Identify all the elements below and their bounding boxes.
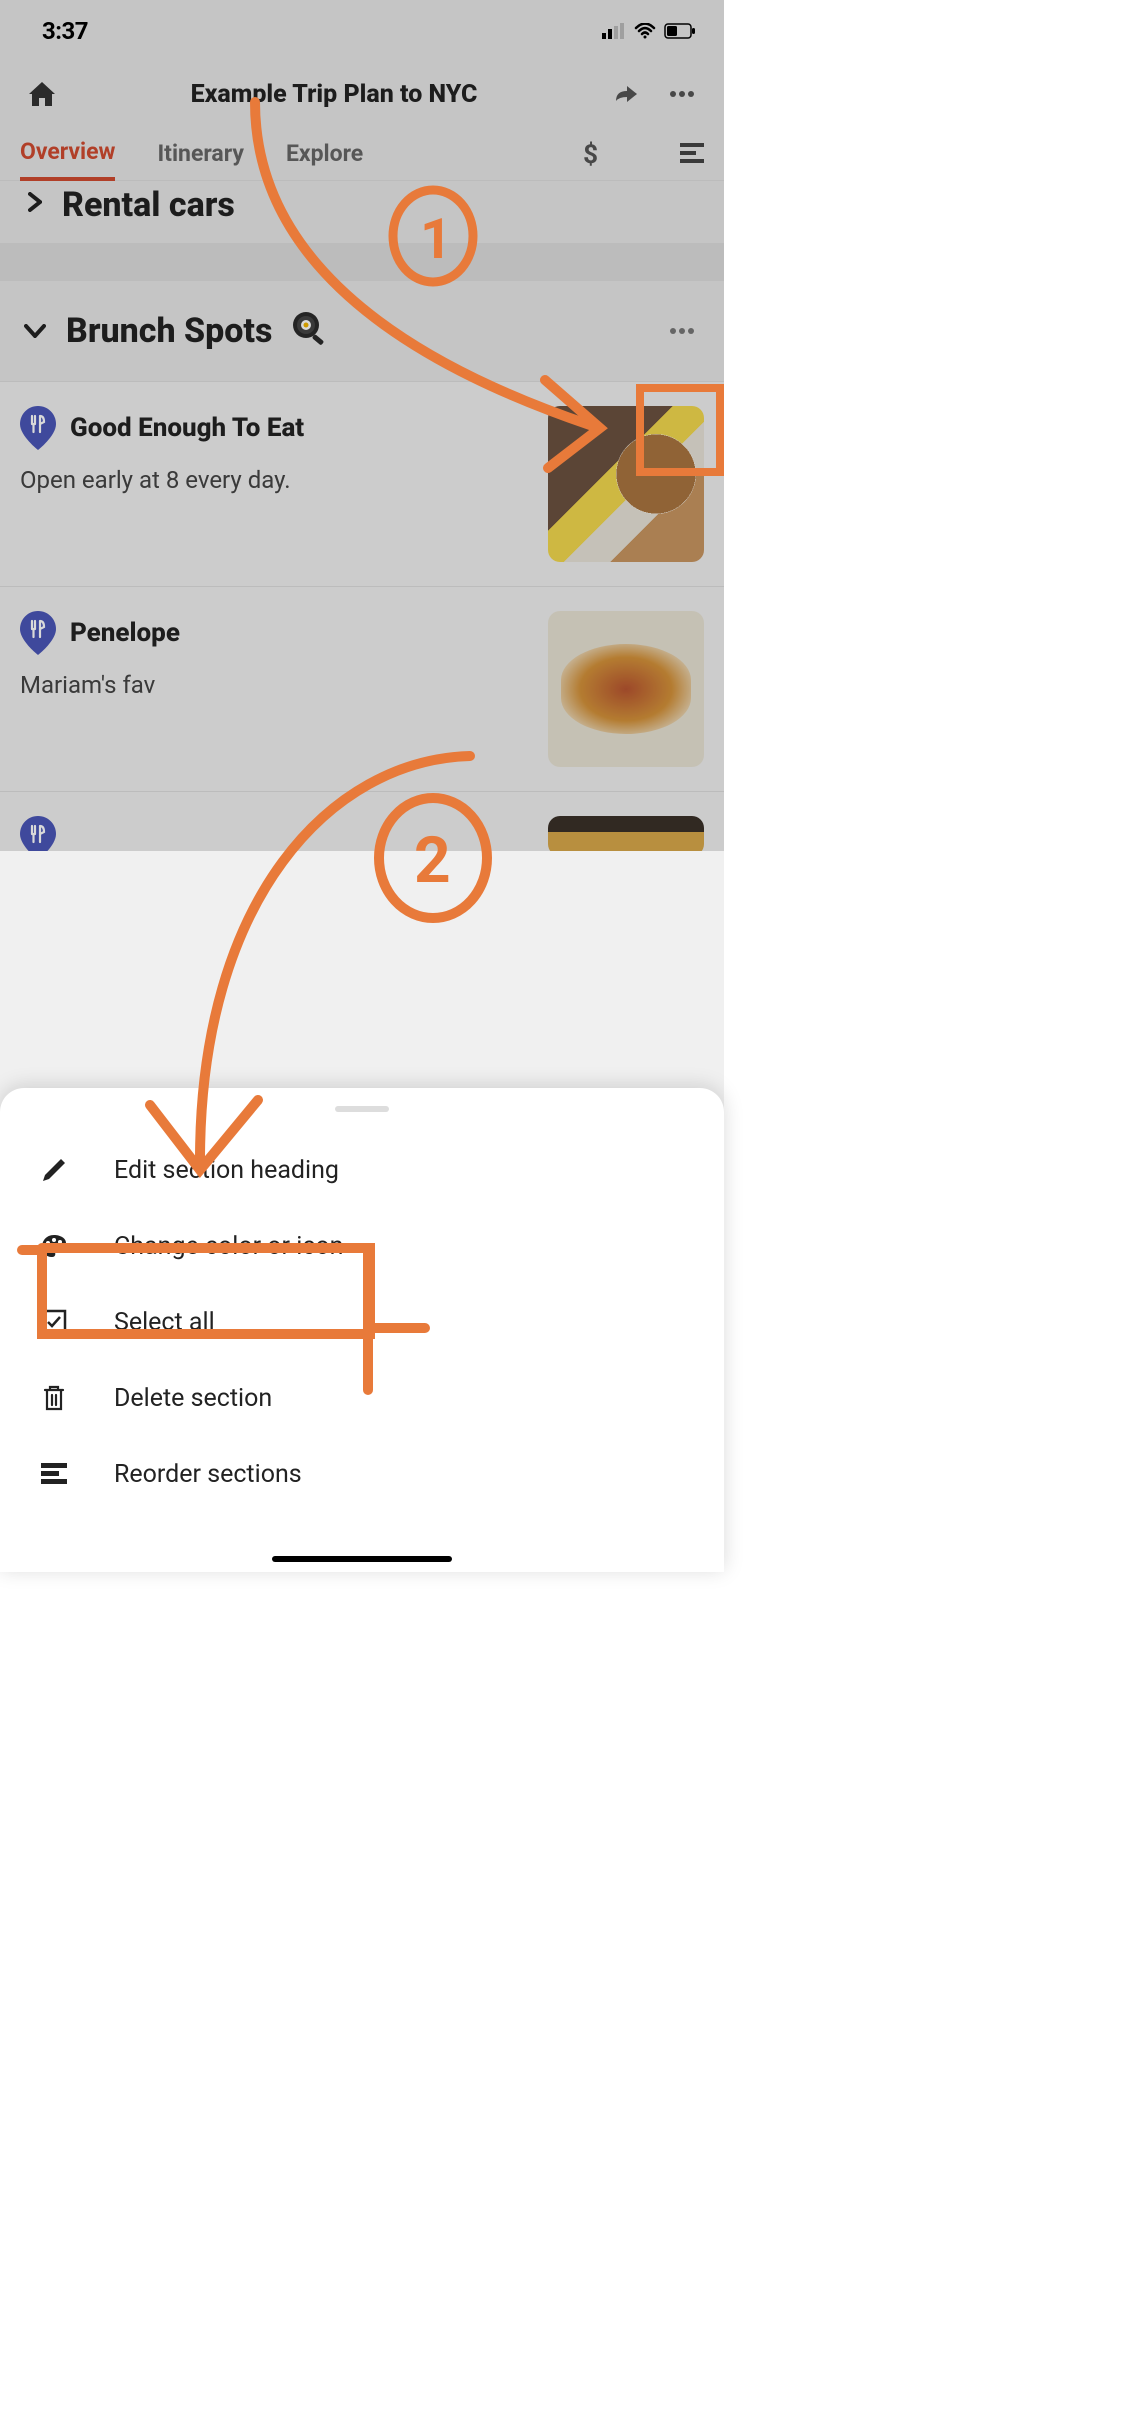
place-note: Mariam's fav: [20, 671, 534, 699]
sheet-item-label: Reorder sections: [114, 1460, 302, 1489]
restaurant-pin-icon: [20, 611, 56, 655]
page-title: Example Trip Plan to NYC: [80, 80, 588, 109]
share-button[interactable]: [608, 76, 644, 112]
list-item[interactable]: Good Enough To Eat Open early at 8 every…: [0, 381, 724, 586]
home-button[interactable]: [24, 76, 60, 112]
tab-explore[interactable]: Explore: [286, 132, 363, 179]
place-thumbnail: [548, 611, 704, 767]
place-note: Open early at 8 every day.: [20, 466, 534, 494]
sheet-change-color[interactable]: Change color or icon: [0, 1208, 724, 1284]
reorder-icon: [38, 1458, 70, 1490]
checkbox-icon: [38, 1306, 70, 1338]
list-item[interactable]: Penelope Mariam's fav: [0, 586, 724, 791]
sheet-handle[interactable]: [335, 1106, 389, 1112]
cellular-icon: [602, 23, 626, 39]
list-item[interactable]: [0, 791, 724, 851]
tab-overview[interactable]: Overview: [20, 130, 115, 181]
wifi-icon: [634, 23, 656, 39]
more-button[interactable]: [664, 76, 700, 112]
section-rental-cars[interactable]: Rental cars: [0, 181, 724, 243]
more-icon: [669, 327, 695, 335]
section-title: Rental cars: [62, 185, 235, 225]
restaurant-pin-icon: [20, 406, 56, 450]
status-icons: [602, 23, 696, 39]
menu-icon: [680, 143, 704, 163]
header: Example Trip Plan to NYC: [0, 58, 724, 130]
pencil-icon: [38, 1154, 70, 1186]
place-thumbnail: [548, 816, 704, 851]
sheet-item-label: Delete section: [114, 1384, 272, 1413]
place-thumbnail: [548, 406, 704, 562]
place-name: Good Enough To Eat: [70, 413, 304, 443]
share-icon: [613, 83, 639, 105]
sheet-item-label: Edit section heading: [114, 1156, 339, 1185]
section-brunch-spots: Brunch Spots: [0, 281, 724, 381]
sheet-edit-heading[interactable]: Edit section heading: [0, 1132, 724, 1208]
tabs: Overview Itinerary Explore $: [0, 130, 724, 181]
battery-icon: [664, 23, 696, 39]
sheet-reorder-sections[interactable]: Reorder sections: [0, 1436, 724, 1512]
sheet-select-all[interactable]: Select all: [0, 1284, 724, 1360]
chevron-down-icon[interactable]: [24, 319, 46, 343]
tab-menu-button[interactable]: [680, 143, 704, 167]
frying-pan-icon: [292, 311, 328, 351]
trash-icon: [38, 1382, 70, 1414]
sheet-item-label: Change color or icon: [114, 1232, 343, 1261]
tab-itinerary[interactable]: Itinerary: [157, 132, 243, 179]
chevron-right-icon: [28, 192, 42, 218]
status-time: 3:37: [42, 17, 88, 45]
section-more-button[interactable]: [664, 313, 700, 349]
sheet-delete-section[interactable]: Delete section: [0, 1360, 724, 1436]
section-title: Brunch Spots: [66, 311, 272, 351]
places-list: Good Enough To Eat Open early at 8 every…: [0, 381, 724, 851]
bottom-sheet: Edit section heading Change color or ico…: [0, 1088, 724, 1572]
place-name: Penelope: [70, 618, 180, 648]
palette-icon: [38, 1230, 70, 1262]
sheet-item-label: Select all: [114, 1308, 215, 1337]
home-indicator[interactable]: [272, 1556, 452, 1562]
more-icon: [669, 90, 695, 98]
home-icon: [27, 80, 57, 108]
tab-budget[interactable]: $: [583, 140, 598, 170]
restaurant-pin-icon: [20, 816, 56, 851]
status-bar: 3:37: [0, 0, 724, 58]
